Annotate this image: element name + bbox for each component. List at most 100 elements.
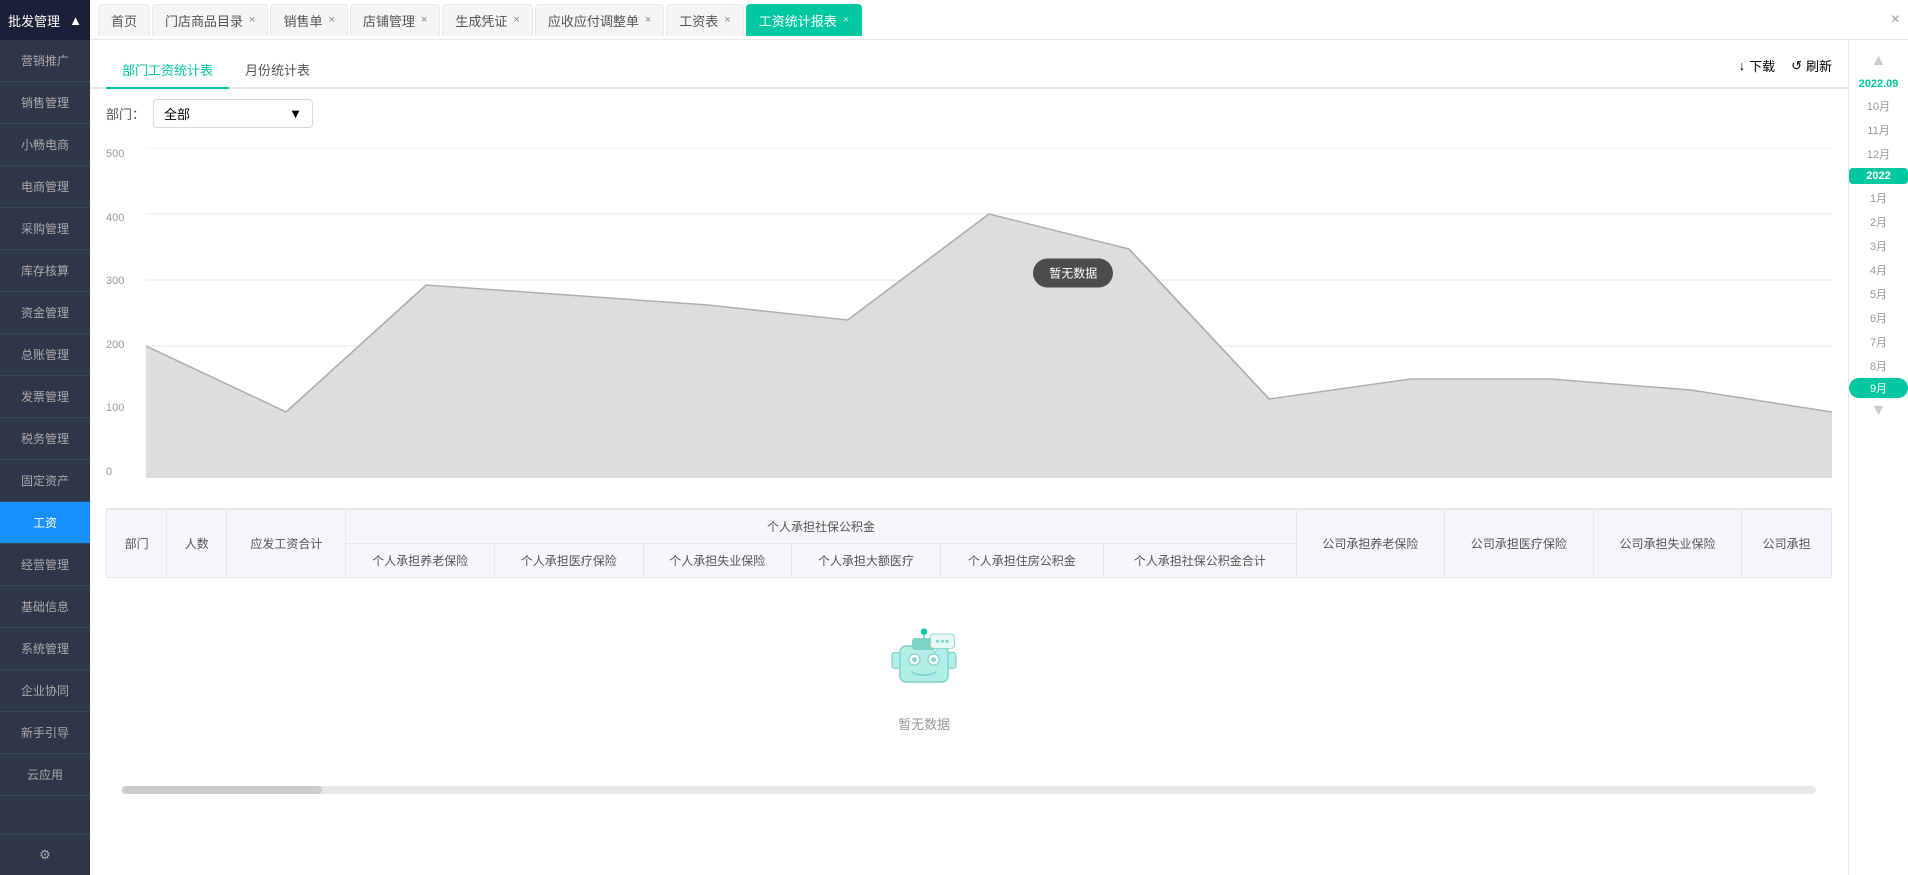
sidebar-item-云应用[interactable]: 云应用 <box>0 754 90 796</box>
sidebar-item-发票管理[interactable]: 发票管理 <box>0 376 90 418</box>
timeline-month-sep[interactable]: 9月 <box>1849 378 1908 398</box>
sidebar-item-系统管理[interactable]: 系统管理 <box>0 628 90 670</box>
sidebar-settings-button[interactable]: ⚙ <box>0 834 90 875</box>
th-personal-unemployment: 个人承担失业保险 <box>643 544 792 578</box>
timeline-up-button[interactable]: ▲ <box>1867 48 1891 74</box>
empty-icon <box>884 622 964 702</box>
th-company-medical: 公司承担医疗保险 <box>1445 510 1594 578</box>
top-tabs-list: 首页门店商品目录×销售单×店铺管理×生成凭证×应收应付调整单×工资表×工资统计报… <box>98 4 862 36</box>
sidebar-item-库存核算[interactable]: 库存核算 <box>0 250 90 292</box>
th-personal-total: 个人承担社保公积金合计 <box>1103 544 1296 578</box>
sidebar-items: 营销推广销售管理小畅电商电商管理采购管理库存核算资金管理总账管理发票管理税务管理… <box>0 40 90 796</box>
timeline-month-may[interactable]: 5月 <box>1849 282 1908 306</box>
th-personal-major-medical: 个人承担大额医疗 <box>792 544 941 578</box>
timeline-month-apr[interactable]: 4月 <box>1849 258 1908 282</box>
th-company-pension: 公司承担养老保险 <box>1296 510 1445 578</box>
th-company-other: 公司承担 <box>1742 510 1832 578</box>
empty-row: 暂无数据 <box>107 578 1832 778</box>
tab-label: 应收应付调整单 <box>548 11 639 30</box>
table-header: 部门 人数 应发工资合计 个人承担社保公积金 公司承担养老保险 公司承担医疗保险… <box>107 510 1832 578</box>
sidebar-item-基础信息[interactable]: 基础信息 <box>0 586 90 628</box>
tab-label: 工资表 <box>679 11 718 30</box>
timeline-month-nov[interactable]: 11月 <box>1849 118 1908 142</box>
chart-wrapper: 0 100 200 300 400 500 <box>106 148 1832 508</box>
tab-close-icon[interactable]: × <box>249 14 255 26</box>
empty-text: 暂无数据 <box>898 714 950 733</box>
chart-container: 0 100 200 300 400 500 <box>90 138 1848 875</box>
sidebar-item-资金管理[interactable]: 资金管理 <box>0 292 90 334</box>
sidebar-item-电商管理[interactable]: 电商管理 <box>0 166 90 208</box>
th-personal-housing: 个人承担住房公积金 <box>940 544 1103 578</box>
table-scrollbar[interactable] <box>106 778 1832 802</box>
top-tab-工资统计报表[interactable]: 工资统计报表× <box>746 4 862 36</box>
y-axis-100: 100 <box>106 402 146 414</box>
sub-tabs: 部门工资统计表 月份统计表 ↓ 下载 ↺ 刷新 <box>90 40 1848 89</box>
y-axis-300: 300 <box>106 275 146 287</box>
timeline-month-jun[interactable]: 6月 <box>1849 306 1908 330</box>
tab-close-icon[interactable]: × <box>328 14 334 26</box>
no-data-tooltip: 暂无数据 <box>1033 259 1113 288</box>
dept-value: 全部 <box>164 104 190 123</box>
top-tab-店铺管理[interactable]: 店铺管理× <box>350 4 440 36</box>
dept-select[interactable]: 全部 ▼ <box>153 99 313 128</box>
table-header-row1: 部门 人数 应发工资合计 个人承担社保公积金 公司承担养老保险 公司承担医疗保险… <box>107 510 1832 544</box>
sidebar-item-营销推广[interactable]: 营销推广 <box>0 40 90 82</box>
toolbar: 部门： 全部 ▼ <box>90 89 1848 138</box>
sidebar-title: 批发管理 <box>8 11 60 30</box>
dept-label: 部门： <box>106 104 145 123</box>
toolbar-left: 部门： 全部 ▼ <box>106 99 313 128</box>
table-body: 暂无数据 <box>107 578 1832 778</box>
sidebar-item-经营管理[interactable]: 经营管理 <box>0 544 90 586</box>
chart-svg <box>146 148 1832 478</box>
tab-label: 门店商品目录 <box>165 11 243 30</box>
download-button[interactable]: ↓ 下载 <box>1739 56 1776 75</box>
timeline-down-button[interactable]: ▼ <box>1867 398 1891 424</box>
top-tab-销售单[interactable]: 销售单× <box>270 4 347 36</box>
y-axis-0: 0 <box>106 466 146 478</box>
sidebar-item-税务管理[interactable]: 税务管理 <box>0 418 90 460</box>
chevron-down-icon: ▼ <box>289 106 302 121</box>
sidebar-arrow-icon: ▲ <box>69 13 82 28</box>
tab-label: 首页 <box>111 11 137 30</box>
timeline-month-jul[interactable]: 7月 <box>1849 330 1908 354</box>
y-axis: 0 100 200 300 400 500 <box>106 148 146 478</box>
top-tab-门店商品目录[interactable]: 门店商品目录 × <box>152 4 268 36</box>
top-tab-生成凭证[interactable]: 生成凭证 × <box>442 4 532 36</box>
tab-dept-salary[interactable]: 部门工资统计表 <box>106 52 229 89</box>
top-tab-首页[interactable]: 首页 <box>98 4 150 36</box>
timeline-month-aug[interactable]: 8月 <box>1849 354 1908 378</box>
timeline-month-feb[interactable]: 2月 <box>1849 210 1908 234</box>
tab-label: 生成凭证 <box>455 11 507 30</box>
tab-close-icon[interactable]: × <box>645 14 651 26</box>
sidebar-item-采购管理[interactable]: 采购管理 <box>0 208 90 250</box>
refresh-label: 刷新 <box>1806 56 1832 75</box>
sidebar-item-固定资产[interactable]: 固定资产 <box>0 460 90 502</box>
sidebar-item-工资[interactable]: 工资 <box>0 502 90 544</box>
close-all-button[interactable]: × <box>1891 11 1900 29</box>
top-tab-应收应付调整单[interactable]: 应收应付调整单 × <box>535 4 664 36</box>
empty-state: 暂无数据 <box>107 582 1742 773</box>
timeline-month-jan[interactable]: 1月 <box>1849 186 1908 210</box>
chart-svg-area: 暂无数据 <box>146 148 1832 478</box>
sidebar-item-小畅电商[interactable]: 小畅电商 <box>0 124 90 166</box>
th-personal-medical: 个人承担医疗保险 <box>494 544 643 578</box>
sidebar-item-销售管理[interactable]: 销售管理 <box>0 82 90 124</box>
sidebar-item-企业协同[interactable]: 企业协同 <box>0 670 90 712</box>
refresh-icon: ↺ <box>1791 58 1802 74</box>
tab-close-icon[interactable]: × <box>421 14 427 26</box>
content-area: 部门工资统计表 月份统计表 ↓ 下载 ↺ 刷新 部门： <box>90 40 1908 875</box>
table-area: 部门 人数 应发工资合计 个人承担社保公积金 公司承担养老保险 公司承担医疗保险… <box>106 508 1832 802</box>
sidebar-item-总账管理[interactable]: 总账管理 <box>0 334 90 376</box>
tab-month-stats[interactable]: 月份统计表 <box>229 52 326 89</box>
tab-close-icon[interactable]: × <box>513 14 519 26</box>
timeline-month-oct[interactable]: 10月 <box>1849 94 1908 118</box>
tab-close-icon[interactable]: × <box>843 14 849 26</box>
tab-close-icon[interactable]: × <box>724 14 730 26</box>
timeline-month-mar[interactable]: 3月 <box>1849 234 1908 258</box>
top-tab-工资表[interactable]: 工资表 × <box>666 4 743 36</box>
sidebar-item-新手引导[interactable]: 新手引导 <box>0 712 90 754</box>
sidebar-header: 批发管理 ▲ <box>0 0 90 40</box>
timeline-month-dec[interactable]: 12月 <box>1849 142 1908 166</box>
tab-controls: × <box>1891 11 1900 29</box>
refresh-button[interactable]: ↺ 刷新 <box>1791 56 1832 75</box>
